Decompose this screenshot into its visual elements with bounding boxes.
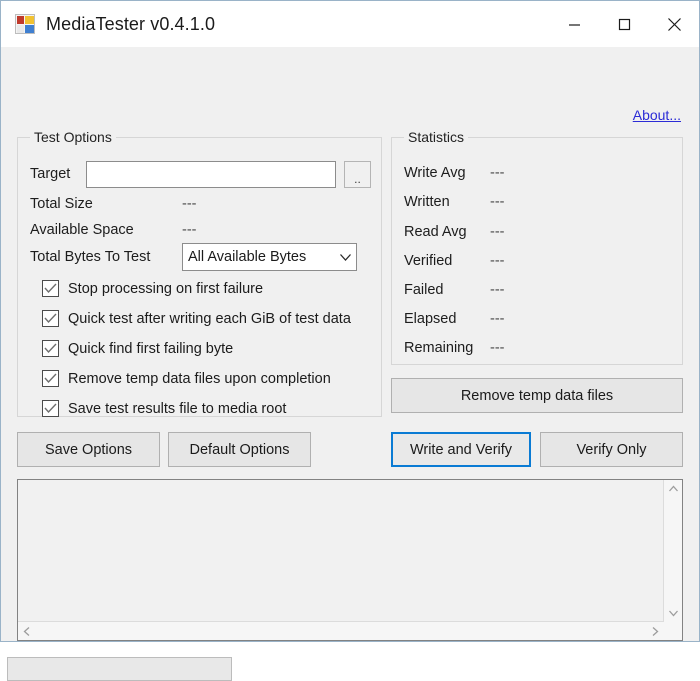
checkmark-icon xyxy=(42,340,59,357)
about-link[interactable]: About... xyxy=(633,107,681,123)
stat-label-written: Written xyxy=(404,194,450,210)
statistics-group: Statistics Write Avg --- Written --- Rea… xyxy=(391,129,683,365)
checkbox-label: Save test results file to media root xyxy=(68,400,287,417)
stat-label-failed: Failed xyxy=(404,282,444,298)
checkbox-label: Quick find first failing byte xyxy=(68,340,234,357)
maximize-icon[interactable] xyxy=(599,1,649,47)
checkmark-icon xyxy=(42,280,59,297)
close-icon[interactable] xyxy=(649,1,699,47)
checkbox-save-results-to-media-root[interactable]: Save test results file to media root xyxy=(42,400,286,417)
browse-button[interactable]: .. xyxy=(344,161,371,188)
checkbox-label: Stop processing on first failure xyxy=(68,280,264,297)
total-size-label: Total Size xyxy=(30,196,93,212)
minimize-icon[interactable] xyxy=(549,1,599,47)
target-label: Target xyxy=(30,166,71,182)
stat-value-written: --- xyxy=(490,194,505,210)
checkbox-remove-temp-files[interactable]: Remove temp data files upon completion xyxy=(42,370,331,387)
scrollbar-corner xyxy=(664,622,682,640)
stat-value-elapsed: --- xyxy=(490,311,505,327)
app-icon xyxy=(15,14,35,34)
checkbox-label: Remove temp data files upon completion xyxy=(68,370,331,387)
log-horizontal-scrollbar[interactable] xyxy=(18,622,664,640)
write-and-verify-button[interactable]: Write and Verify xyxy=(391,432,531,467)
log-output-box[interactable] xyxy=(17,479,683,641)
progress-bar xyxy=(7,657,232,681)
checkbox-quick-test-each-gib[interactable]: Quick test after writing each GiB of tes… xyxy=(42,310,351,327)
stat-value-remaining: --- xyxy=(490,340,505,356)
total-bytes-label: Total Bytes To Test xyxy=(30,249,151,265)
chevron-left-icon[interactable] xyxy=(18,622,36,640)
stat-label-verified: Verified xyxy=(404,253,453,269)
log-text-area[interactable] xyxy=(18,480,664,622)
remove-temp-data-files-button[interactable]: Remove temp data files xyxy=(391,378,683,413)
test-options-title: Test Options xyxy=(30,129,116,145)
stat-value-verified: --- xyxy=(490,253,505,269)
stat-value-write-avg: --- xyxy=(490,165,505,181)
checkmark-icon xyxy=(42,370,59,387)
chevron-right-icon[interactable] xyxy=(646,622,664,640)
stat-value-failed: --- xyxy=(490,282,505,298)
stat-label-read-avg: Read Avg xyxy=(404,224,467,240)
test-options-group: Test Options Target .. Total Size --- Av… xyxy=(17,129,382,417)
total-bytes-selected: All Available Bytes xyxy=(188,249,307,265)
total-size-value: --- xyxy=(182,196,197,212)
checkbox-label: Quick test after writing each GiB of tes… xyxy=(68,310,351,327)
stat-label-write-avg: Write Avg xyxy=(404,165,466,181)
verify-only-button[interactable]: Verify Only xyxy=(540,432,683,467)
client-area: About... Test Options Target .. Total Si… xyxy=(1,47,699,681)
app-window: MediaTester v0.4.1.0 About... Test Optio… xyxy=(0,0,700,681)
total-bytes-combo[interactable]: All Available Bytes xyxy=(182,243,357,271)
stat-value-read-avg: --- xyxy=(490,224,505,240)
statistics-title: Statistics xyxy=(404,129,469,145)
chevron-up-icon[interactable] xyxy=(664,480,682,498)
available-space-label: Available Space xyxy=(30,222,134,238)
window-title: MediaTester v0.4.1.0 xyxy=(46,13,216,34)
checkmark-icon xyxy=(42,400,59,417)
stat-label-elapsed: Elapsed xyxy=(404,311,457,327)
chevron-down-icon xyxy=(334,253,356,262)
chevron-down-icon[interactable] xyxy=(664,604,682,622)
save-options-button[interactable]: Save Options xyxy=(17,432,160,467)
window-controls xyxy=(549,1,699,47)
title-bar: MediaTester v0.4.1.0 xyxy=(1,1,699,47)
target-input[interactable] xyxy=(86,161,336,188)
default-options-button[interactable]: Default Options xyxy=(168,432,311,467)
checkbox-stop-on-failure[interactable]: Stop processing on first failure xyxy=(42,280,263,297)
stat-label-remaining: Remaining xyxy=(404,340,474,356)
checkmark-icon xyxy=(42,310,59,327)
checkbox-quick-find-first-failing-byte[interactable]: Quick find first failing byte xyxy=(42,340,233,357)
log-vertical-scrollbar[interactable] xyxy=(664,480,682,622)
available-space-value: --- xyxy=(182,222,197,238)
